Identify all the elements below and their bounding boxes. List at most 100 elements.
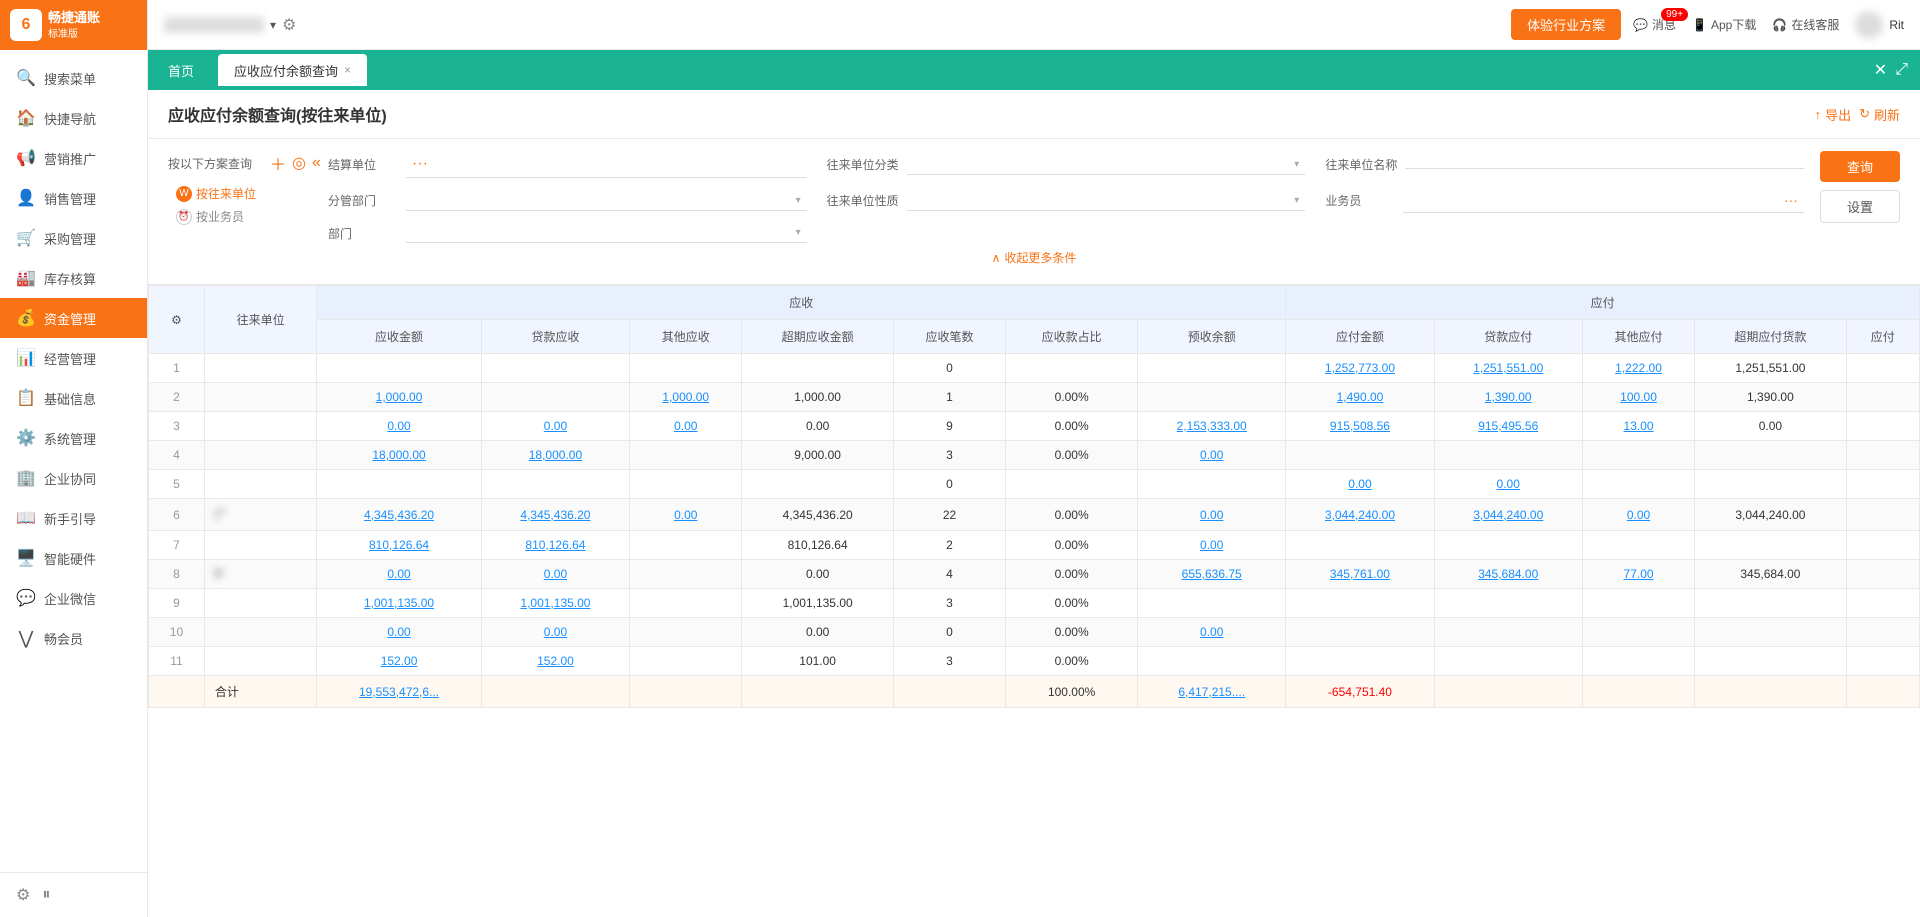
settings-gear-icon[interactable]: ⚙ <box>171 313 182 327</box>
th-settings[interactable]: ⚙ <box>149 286 205 354</box>
table-cell[interactable]: 0.00 <box>481 412 629 441</box>
table-cell[interactable]: 0.00 <box>317 560 482 589</box>
sidebar-item-finance[interactable]: 💰 资金管理 <box>0 298 147 338</box>
window-expand-icon[interactable]: ⤢ <box>1895 61 1908 79</box>
sidebar-item-inventory[interactable]: 🏭 库存核算 <box>0 258 147 298</box>
table-cell[interactable]: 0.00 <box>481 618 629 647</box>
promo-button[interactable]: 体验行业方案 <box>1511 9 1621 40</box>
table-cell[interactable]: 345,684.00 <box>1434 560 1582 589</box>
filter-collapse-left-button[interactable]: « <box>312 154 321 172</box>
table-cell[interactable]: 1,000.00 <box>317 383 482 412</box>
sidebar-item-wechat[interactable]: 💬 企业微信 <box>0 578 147 618</box>
breadcrumb-company <box>164 17 264 33</box>
table-cell[interactable]: 4,345,436.20 <box>481 499 629 531</box>
partner-nature-select[interactable]: ▾ <box>907 191 1306 211</box>
add-filter-button[interactable]: ＋ <box>270 151 286 175</box>
table-cell[interactable]: 0.00 <box>1434 470 1582 499</box>
table-cell[interactable]: 345,761.00 <box>1286 560 1434 589</box>
table-cell[interactable]: 915,495.56 <box>1434 412 1582 441</box>
tab-close-icon[interactable]: × <box>344 63 351 77</box>
table-cell[interactable]: 0.00 <box>317 412 482 441</box>
refresh-button[interactable]: ↻ 刷新 <box>1859 105 1900 124</box>
table-cell <box>1006 354 1138 383</box>
table-cell[interactable]: 0.00 <box>1582 499 1694 531</box>
table-cell[interactable]: 4,345,436.20 <box>317 499 482 531</box>
sidebar-item-hardware[interactable]: 🖥️ 智能硬件 <box>0 538 147 578</box>
sidebar-item-purchase[interactable]: 🛒 采购管理 <box>0 218 147 258</box>
window-close-icon[interactable]: ✕ <box>1874 60 1887 80</box>
table-cell[interactable]: 1,490.00 <box>1286 383 1434 412</box>
sidebar-item-enterprise[interactable]: 🏢 企业协同 <box>0 458 147 498</box>
table-cell[interactable]: 0.00 <box>1138 531 1286 560</box>
table-cell[interactable]: 0.00 <box>630 499 742 531</box>
sidebar-item-quicknav[interactable]: 🏠 快捷导航 <box>0 98 147 138</box>
jiesuan-input[interactable]: ··· <box>406 151 807 178</box>
salesperson-input[interactable]: ··· <box>1403 188 1804 213</box>
table-cell[interactable]: 3,044,240.00 <box>1286 499 1434 531</box>
table-cell[interactable]: 0.00 <box>630 412 742 441</box>
table-cell[interactable]: 1,001,135.00 <box>317 589 482 618</box>
sidebar-item-operations[interactable]: 📊 经营管理 <box>0 338 147 378</box>
table-cell[interactable]: 1,001,135.00 <box>481 589 629 618</box>
table-cell: 1,251,551.00 <box>1695 354 1846 383</box>
table-cell[interactable]: 1,000.00 <box>630 383 742 412</box>
table-cell[interactable]: 810,126.64 <box>481 531 629 560</box>
sidebar-item-marketing[interactable]: 📢 营销推广 <box>0 138 147 178</box>
inventory-icon: 🏭 <box>16 268 36 288</box>
gear-icon[interactable]: ⚙ <box>282 15 296 35</box>
partner-name-input[interactable] <box>1405 160 1804 169</box>
partner-cat-select[interactable]: ▾ <box>907 155 1306 175</box>
sidebar-item-sales[interactable]: 👤 销售管理 <box>0 178 147 218</box>
breadcrumb-dropdown[interactable]: ▾ <box>270 18 276 32</box>
table-cell[interactable]: 915,508.56 <box>1286 412 1434 441</box>
app-download-button[interactable]: 📱 App下载 <box>1692 16 1756 33</box>
user-menu[interactable]: Rit <box>1855 11 1904 39</box>
table-cell[interactable]: 0.00 <box>317 618 482 647</box>
table-cell[interactable]: 18,000.00 <box>317 441 482 470</box>
tab-active[interactable]: 应收应付余额查询 × <box>218 54 367 86</box>
table-cell[interactable]: 13.00 <box>1582 412 1694 441</box>
summary-ys-zb: 100.00% <box>1006 676 1138 708</box>
filter-settings-button[interactable]: ◎ <box>292 153 306 173</box>
settings-icon[interactable]: ⚙ <box>16 885 30 905</box>
table-cell[interactable]: 0.00 <box>1138 618 1286 647</box>
filter-method-partner-label: 按往来单位 <box>196 185 256 202</box>
table-cell[interactable]: 1,252,773.00 <box>1286 354 1434 383</box>
table-cell[interactable]: 152.00 <box>481 647 629 676</box>
table-cell[interactable]: 0.00 <box>481 560 629 589</box>
table-cell[interactable]: 100.00 <box>1582 383 1694 412</box>
table-cell[interactable]: 2,153,333.00 <box>1138 412 1286 441</box>
sidebar-item-basic[interactable]: 📋 基础信息 <box>0 378 147 418</box>
filter-settings-btn[interactable]: 设置 <box>1820 190 1900 223</box>
tab-home[interactable]: 首页 <box>148 50 214 90</box>
filter-method-salesperson[interactable]: ⏰ 按业务员 <box>176 208 308 225</box>
table-cell[interactable]: 0.00 <box>1138 499 1286 531</box>
table-cell[interactable]: 77.00 <box>1582 560 1694 589</box>
table-cell[interactable]: 1,251,551.00 <box>1434 354 1582 383</box>
table-cell: 345,684.00 <box>1695 560 1846 589</box>
online-service-button[interactable]: 🎧 在线客服 <box>1772 16 1839 33</box>
table-cell[interactable]: 18,000.00 <box>481 441 629 470</box>
table-cell[interactable]: 1,222.00 <box>1582 354 1694 383</box>
dept-select[interactable]: ▾ <box>406 223 807 243</box>
table-cell[interactable]: 0.00 <box>1286 470 1434 499</box>
table-cell[interactable]: 0.00 <box>1138 441 1286 470</box>
table-cell[interactable]: 1,390.00 <box>1434 383 1582 412</box>
table-cell[interactable]: 655,636.75 <box>1138 560 1286 589</box>
export-button[interactable]: ↑ 导出 <box>1815 105 1852 124</box>
query-button[interactable]: 查询 <box>1820 151 1900 182</box>
sidebar-item-search[interactable]: 🔍 搜索菜单 <box>0 58 147 98</box>
th-yf-je: 应付金额 <box>1286 320 1434 354</box>
filter-method-partner[interactable]: W 按往来单位 <box>176 185 308 202</box>
table-cell[interactable]: 152.00 <box>317 647 482 676</box>
table-cell[interactable]: 3,044,240.00 <box>1434 499 1582 531</box>
sidebar-item-guide[interactable]: 📖 新手引导 <box>0 498 147 538</box>
collapse-icon[interactable]: ⏸ <box>42 886 50 904</box>
table-cell[interactable]: 810,126.64 <box>317 531 482 560</box>
filter-collapse-button[interactable]: ∧ 收起更多条件 <box>168 243 1900 272</box>
dept-manage-select[interactable]: ▾ <box>406 191 807 211</box>
th-partner: 往来单位 <box>204 286 316 354</box>
message-button[interactable]: 💬 消息 99+ <box>1633 16 1676 33</box>
sidebar-item-system[interactable]: ⚙️ 系统管理 <box>0 418 147 458</box>
sidebar-item-member[interactable]: ⋁ 畅会员 <box>0 618 147 659</box>
